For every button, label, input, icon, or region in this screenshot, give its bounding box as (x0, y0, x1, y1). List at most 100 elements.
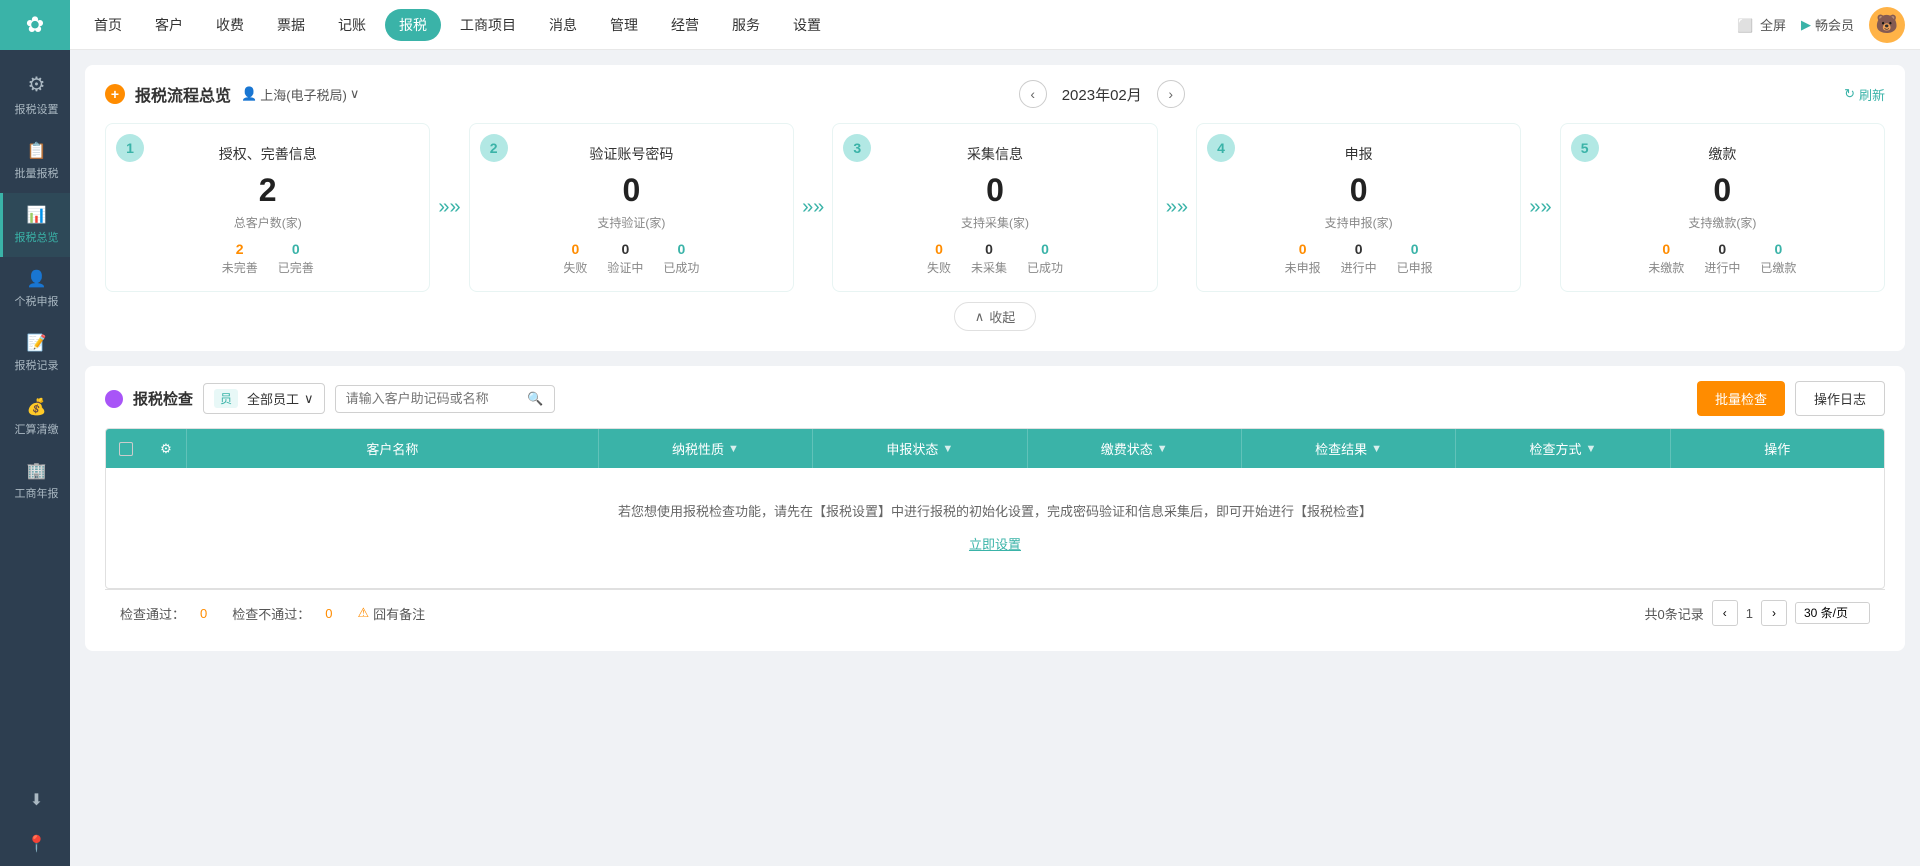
business-annual-icon: 🏢 (27, 461, 47, 481)
step-5-sub-2: 0 已缴款 (1760, 241, 1796, 276)
tax-settings-icon: ⚙ (28, 72, 46, 97)
vip-button[interactable]: ▶ 畅会员 (1801, 15, 1854, 34)
location-tag[interactable]: 👤 上海(电子税局) ∨ (241, 85, 359, 104)
prev-month-button[interactable]: ‹ (1019, 80, 1047, 108)
th-checkbox[interactable] (106, 429, 146, 468)
fail-label: 检查不通过： (232, 604, 310, 623)
step-1-title: 授权、完善信息 (121, 144, 414, 164)
collapse-row: ∧ 收起 (105, 302, 1885, 331)
step-2-sub-0-label: 失败 (563, 259, 587, 276)
step-1-count: 2 (121, 172, 414, 209)
batch-check-button[interactable]: 批量检查 (1697, 381, 1785, 416)
step-2-label: 支持验证(家) (485, 214, 778, 231)
th-operation: 操作 (1670, 429, 1884, 468)
filter-icon-2[interactable]: ▼ (942, 443, 953, 455)
nav-home[interactable]: 首页 (80, 9, 136, 41)
sidebar-item-tax-records[interactable]: 📝 报税记录 (0, 321, 70, 385)
select-all-checkbox[interactable] (119, 442, 133, 456)
per-page-select[interactable]: 30 条/页 (1795, 602, 1870, 624)
next-page-button[interactable]: › (1761, 600, 1787, 626)
filter-icon-1[interactable]: ▼ (728, 443, 739, 455)
step-4-sub-2: 0 已申报 (1397, 241, 1433, 276)
refresh-button[interactable]: ↻ 刷新 (1844, 85, 1885, 104)
pass-label: 检查通过： (120, 604, 185, 623)
nav-fee[interactable]: 收费 (202, 9, 258, 41)
sidebar-item-tax-settings[interactable]: ⚙ 报税设置 (0, 60, 70, 129)
step-5-title: 缴款 (1576, 144, 1869, 164)
employee-select[interactable]: 员 全部员工 ∨ (203, 383, 325, 414)
sidebar-item-tax-overview[interactable]: 📊 报税总览 (0, 193, 70, 257)
footer-pagination: 共0条记录 ‹ 1 › 30 条/页 (1645, 600, 1870, 626)
nav-tax[interactable]: 报税 (385, 9, 441, 41)
filter-icon-4[interactable]: ▼ (1371, 443, 1382, 455)
step-1-sub-1-label: 已完善 (278, 259, 314, 276)
nav-manage[interactable]: 管理 (596, 9, 652, 41)
th-settings[interactable]: ⚙ (146, 429, 186, 468)
nav-invoice[interactable]: 票据 (263, 9, 319, 41)
step-5-card: 5 缴款 0 支持缴款(家) 0 未缴款 0 进行中 0 已缴款 (1560, 123, 1885, 292)
sidebar-item-batch-tax[interactable]: 📋 批量报税 (0, 129, 70, 193)
step-2-sub-2-num: 0 (677, 241, 685, 257)
setup-link[interactable]: 立即设置 (969, 533, 1021, 556)
step-2-sub-0: 0 失败 (563, 241, 587, 276)
step-5-sub-1-label: 进行中 (1704, 259, 1740, 276)
step-3-sub-0-label: 失败 (927, 259, 951, 276)
step-3-sub-1-label: 未采集 (971, 259, 1007, 276)
step-1-sub-0-label: 未完善 (222, 259, 258, 276)
chevron-down-icon: ∨ (304, 391, 314, 407)
nav-message[interactable]: 消息 (535, 9, 591, 41)
operation-log-button[interactable]: 操作日志 (1795, 381, 1885, 416)
sidebar-item-download[interactable]: ⬇ (0, 778, 70, 822)
step-3-sub-2-label: 已成功 (1027, 259, 1063, 276)
sidebar-item-business-annual[interactable]: 🏢 工商年报 (0, 449, 70, 513)
filter-icon-5[interactable]: ▼ (1586, 443, 1597, 455)
step-3-subs: 0 失败 0 未采集 0 已成功 (848, 241, 1141, 276)
step-3-sub-2: 0 已成功 (1027, 241, 1063, 276)
search-input[interactable] (346, 391, 523, 406)
nav-menu: 首页 客户 收费 票据 记账 报税 工商项目 消息 管理 经营 服务 设置 (70, 9, 1737, 41)
nav-business[interactable]: 工商项目 (446, 9, 530, 41)
arrow-4: »» (1521, 123, 1559, 292)
step-3-sub-1-num: 0 (985, 241, 993, 257)
nav-operate[interactable]: 经营 (657, 9, 713, 41)
main-content: + 报税流程总览 👤 上海(电子税局) ∨ ‹ 2023年02月 › ↻ 刷新 … (70, 50, 1920, 866)
step-5-sub-0-num: 0 (1662, 241, 1670, 257)
arrow-1: »» (430, 123, 468, 292)
backup-note: ⚠ 囧有备注 (358, 604, 426, 623)
user-avatar[interactable]: 🐻 (1869, 7, 1905, 43)
step-2-title: 验证账号密码 (485, 144, 778, 164)
fail-count[interactable]: 0 (325, 606, 332, 621)
step-5-label: 支持缴款(家) (1576, 214, 1869, 231)
th-check-method: 检查方式 ▼ (1455, 429, 1669, 468)
steps-row: 1 授权、完善信息 2 总客户数(家) 2 未完善 0 已完善 »» (105, 123, 1885, 292)
filter-icon-3[interactable]: ▼ (1157, 443, 1168, 455)
nav-service[interactable]: 服务 (718, 9, 774, 41)
fullscreen-button[interactable]: ⬜ 全屏 (1737, 15, 1786, 34)
th-tax-nature: 纳税性质 ▼ (598, 429, 812, 468)
nav-right-area: ⬜ 全屏 ▶ 畅会员 🐻 (1737, 7, 1920, 43)
process-title: 报税流程总览 (135, 82, 231, 106)
step-3-card: 3 采集信息 0 支持采集(家) 0 失败 0 未采集 0 已成功 (832, 123, 1157, 292)
sidebar-item-personal-tax[interactable]: 👤 个税申报 (0, 257, 70, 321)
collapse-button[interactable]: ∧ 收起 (954, 302, 1037, 331)
nav-settings[interactable]: 设置 (779, 9, 835, 41)
nav-bookkeeping[interactable]: 记账 (324, 9, 380, 41)
fullscreen-icon: ⬜ (1737, 18, 1753, 33)
step-3-sub-2-num: 0 (1041, 241, 1049, 257)
search-icon[interactable]: 🔍 (527, 391, 543, 407)
pass-count[interactable]: 0 (200, 606, 207, 621)
prev-page-button[interactable]: ‹ (1712, 600, 1738, 626)
process-title-icon: + (105, 84, 125, 104)
total-records: 共0条记录 (1645, 604, 1704, 623)
process-overview-card: + 报税流程总览 👤 上海(电子税局) ∨ ‹ 2023年02月 › ↻ 刷新 … (85, 65, 1905, 351)
sidebar-item-location[interactable]: 📍 (0, 822, 70, 866)
step-4-sub-2-num: 0 (1411, 241, 1419, 257)
th-customer-name: 客户名称 (186, 429, 598, 468)
step-5-count: 0 (1576, 172, 1869, 209)
step-4-sub-0-label: 未申报 (1285, 259, 1321, 276)
nav-customer[interactable]: 客户 (141, 9, 197, 41)
next-month-button[interactable]: › (1157, 80, 1185, 108)
step-5-subs: 0 未缴款 0 进行中 0 已缴款 (1576, 241, 1869, 276)
sidebar-item-annual-settlement[interactable]: 💰 汇算清缴 (0, 385, 70, 449)
backup-icon: ⚠ (358, 605, 370, 621)
